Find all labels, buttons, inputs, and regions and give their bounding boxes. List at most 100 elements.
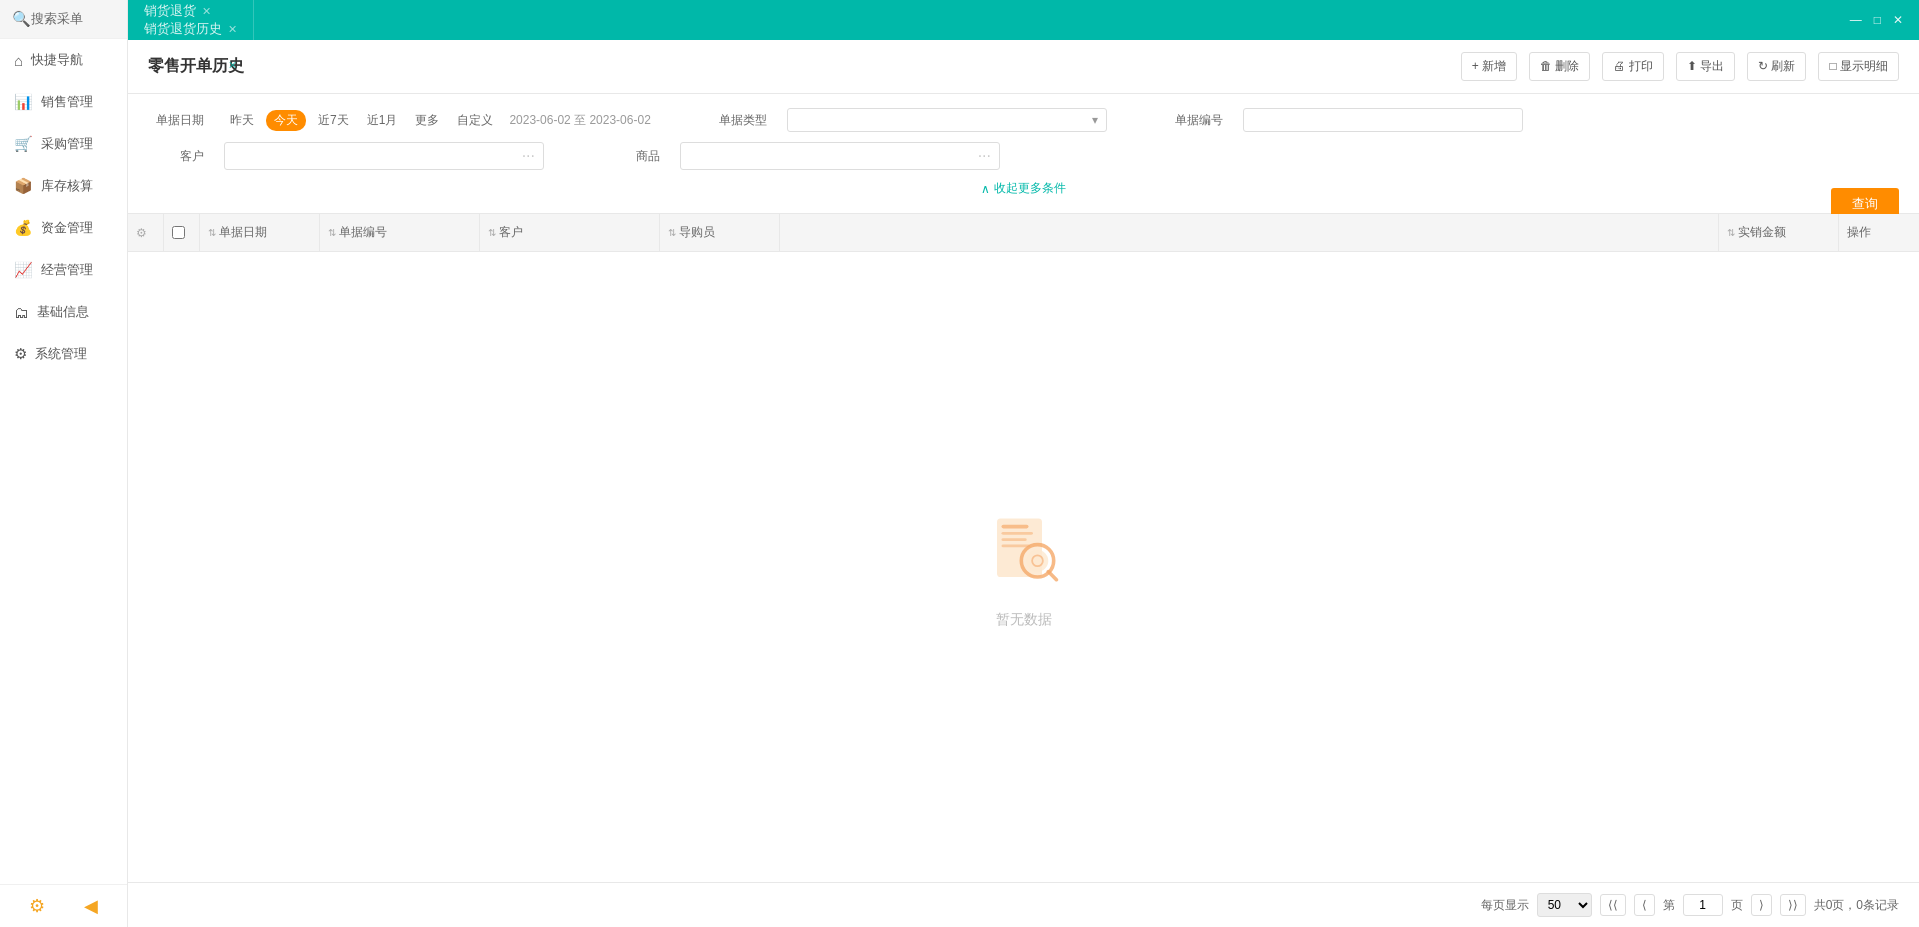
product-dots[interactable]: ··· xyxy=(978,147,991,165)
collapse-label: 收起更多条件 xyxy=(994,180,1066,197)
sidebar-item-sys-mgmt[interactable]: ⚙ 系统管理 xyxy=(0,333,127,375)
select-all-checkbox[interactable] xyxy=(172,226,185,239)
bill-type-select[interactable]: ▾ xyxy=(787,108,1107,132)
show-detail-button[interactable]: □ 显示明细 xyxy=(1818,52,1899,81)
date-btn-1month[interactable]: 近1月 xyxy=(361,110,404,131)
window-minimize-btn[interactable]: — xyxy=(1850,13,1862,27)
sidebar-search[interactable]: 🔍 搜索采单 xyxy=(0,0,127,39)
svg-rect-1 xyxy=(1001,525,1028,529)
sidebar-item-label: 采购管理 xyxy=(41,135,93,153)
bill-no-label: 单据编号 xyxy=(1167,112,1223,129)
th-amount: ⇅ 实销金额 xyxy=(1719,214,1839,251)
quick-nav-icon: ⌂ xyxy=(14,52,23,69)
tab-sales-return-history[interactable]: 销货退货历史✕ xyxy=(128,20,254,38)
th-bill-no-sort-icon[interactable]: ⇅ xyxy=(328,227,336,238)
tab-close-icon[interactable]: ✕ xyxy=(228,23,237,36)
date-filter-label: 单据日期 xyxy=(148,112,204,129)
sidebar-item-label: 快捷导航 xyxy=(31,51,83,69)
th-amount-label: 实销金额 xyxy=(1738,224,1786,241)
sidebar-item-label: 经营管理 xyxy=(41,261,93,279)
bill-no-input[interactable] xyxy=(1243,108,1523,132)
tab-close-icon[interactable]: ✕ xyxy=(202,5,211,18)
svg-rect-3 xyxy=(1001,538,1026,541)
sidebar-nav: ⌂ 快捷导航 📊 销售管理 🛒 采购管理 📦 库存核算 💰 资金管理 📈 经营管… xyxy=(0,39,127,375)
empty-state: 暂无数据 xyxy=(128,252,1919,882)
sidebar-item-basic-info[interactable]: 🗂 基础信息 xyxy=(0,291,127,333)
page-word: 第 xyxy=(1663,897,1675,914)
sidebar-item-label: 销售管理 xyxy=(41,93,93,111)
sidebar-item-label: 资金管理 xyxy=(41,219,93,237)
tab-close-icon[interactable]: ✕ xyxy=(202,41,211,54)
page-header: 零售开单历史 + 新增 🗑 删除 🖨 打印 ⬆ 导出 ↻ 刷新 □ 显示明细 xyxy=(128,40,1919,94)
sidebar-item-operation[interactable]: 📈 经营管理 xyxy=(0,249,127,291)
sidebar-bottom: ⚙ ◀ xyxy=(0,884,127,927)
th-settings: ⚙ xyxy=(128,214,164,251)
add-button[interactable]: + 新增 xyxy=(1461,52,1517,81)
product-label: 商品 xyxy=(604,148,660,165)
chevron-up-icon: ∧ xyxy=(981,182,990,196)
next-page-btn[interactable]: ⟩ xyxy=(1751,894,1772,916)
date-btn-more[interactable]: 更多 xyxy=(409,110,445,131)
th-date: ⇅ 单据日期 xyxy=(200,214,320,251)
date-btn-7days[interactable]: 近7天 xyxy=(312,110,355,131)
collapse-sidebar-icon[interactable]: ◀ xyxy=(84,895,98,917)
date-btn-yesterday[interactable]: 昨天 xyxy=(224,110,260,131)
page-unit: 页 xyxy=(1731,897,1743,914)
product-input[interactable] xyxy=(689,149,978,163)
sidebar-item-finance[interactable]: 💰 资金管理 xyxy=(0,207,127,249)
window-controls: — □ ✕ xyxy=(1850,13,1919,27)
tab-close-icon[interactable]: ✕ xyxy=(228,59,237,72)
sidebar: 🔍 搜索采单 ⌂ 快捷导航 📊 销售管理 🛒 采购管理 📦 库存核算 💰 资金管… xyxy=(0,0,128,927)
svg-rect-4 xyxy=(1001,545,1030,548)
date-btn-custom[interactable]: 自定义 xyxy=(451,110,499,131)
per-page-select[interactable]: 50 10 20 100 xyxy=(1537,893,1592,917)
search-icon: 🔍 xyxy=(12,10,31,28)
th-guide: ⇅ 导购员 xyxy=(660,214,780,251)
sidebar-item-sales-mgmt[interactable]: 📊 销售管理 xyxy=(0,81,127,123)
svg-rect-2 xyxy=(1001,532,1033,535)
chevron-down-icon: ▾ xyxy=(1092,113,1098,127)
th-customer-sort-icon[interactable]: ⇅ xyxy=(488,227,496,238)
sidebar-item-quick-nav[interactable]: ⌂ 快捷导航 xyxy=(0,39,127,81)
bill-type-label: 单据类型 xyxy=(711,112,767,129)
collapse-filter-btn[interactable]: ∧ 收起更多条件 xyxy=(148,180,1899,197)
basic-info-icon: 🗂 xyxy=(14,304,29,321)
pagination: 每页显示 50 10 20 100 ⟨⟨ ⟨ 第 页 ⟩ ⟩⟩ 共0页，0条记录 xyxy=(128,882,1919,927)
customer-input[interactable] xyxy=(233,149,522,163)
tab-sales-return[interactable]: 销货退货✕ xyxy=(128,2,254,20)
settings-bottom-icon[interactable]: ⚙ xyxy=(29,895,45,917)
date-btn-today[interactable]: 今天 xyxy=(266,110,306,131)
page-input[interactable] xyxy=(1683,894,1723,916)
th-bill-no: ⇅ 单据编号 xyxy=(320,214,480,251)
per-page-label: 每页显示 xyxy=(1481,897,1529,914)
finance-icon: 💰 xyxy=(14,219,33,237)
last-page-btn[interactable]: ⟩⟩ xyxy=(1780,894,1806,916)
th-spacer xyxy=(780,214,1719,251)
delete-button[interactable]: 🗑 删除 xyxy=(1529,52,1590,81)
sidebar-item-label: 基础信息 xyxy=(37,303,89,321)
window-maximize-btn[interactable]: □ xyxy=(1874,13,1881,27)
th-date-sort-icon[interactable]: ⇅ xyxy=(208,227,216,238)
table-settings-icon[interactable]: ⚙ xyxy=(136,226,147,240)
th-guide-sort-icon[interactable]: ⇅ xyxy=(668,227,676,238)
th-amount-sort-icon[interactable]: ⇅ xyxy=(1727,227,1735,238)
date-range-text: 2023-06-02 至 2023-06-02 xyxy=(509,112,650,129)
th-customer: ⇅ 客户 xyxy=(480,214,660,251)
print-button[interactable]: 🖨 打印 xyxy=(1602,52,1663,81)
prev-page-btn[interactable]: ⟨ xyxy=(1634,894,1655,916)
th-bill-no-label: 单据编号 xyxy=(339,224,387,241)
export-button[interactable]: ⬆ 导出 xyxy=(1676,52,1735,81)
window-close-btn[interactable]: ✕ xyxy=(1893,13,1903,27)
sidebar-item-inventory[interactable]: 📦 库存核算 xyxy=(0,165,127,207)
refresh-button[interactable]: ↻ 刷新 xyxy=(1747,52,1806,81)
inventory-icon: 📦 xyxy=(14,177,33,195)
operation-icon: 📈 xyxy=(14,261,33,279)
empty-illustration xyxy=(979,505,1069,595)
sidebar-search-label: 搜索采单 xyxy=(31,10,83,28)
customer-dots[interactable]: ··· xyxy=(522,147,535,165)
sidebar-item-purchase-mgmt[interactable]: 🛒 采购管理 xyxy=(0,123,127,165)
purchase-mgmt-icon: 🛒 xyxy=(14,135,33,153)
empty-text: 暂无数据 xyxy=(996,611,1052,629)
th-action: 操作 xyxy=(1839,214,1919,251)
first-page-btn[interactable]: ⟨⟨ xyxy=(1600,894,1626,916)
